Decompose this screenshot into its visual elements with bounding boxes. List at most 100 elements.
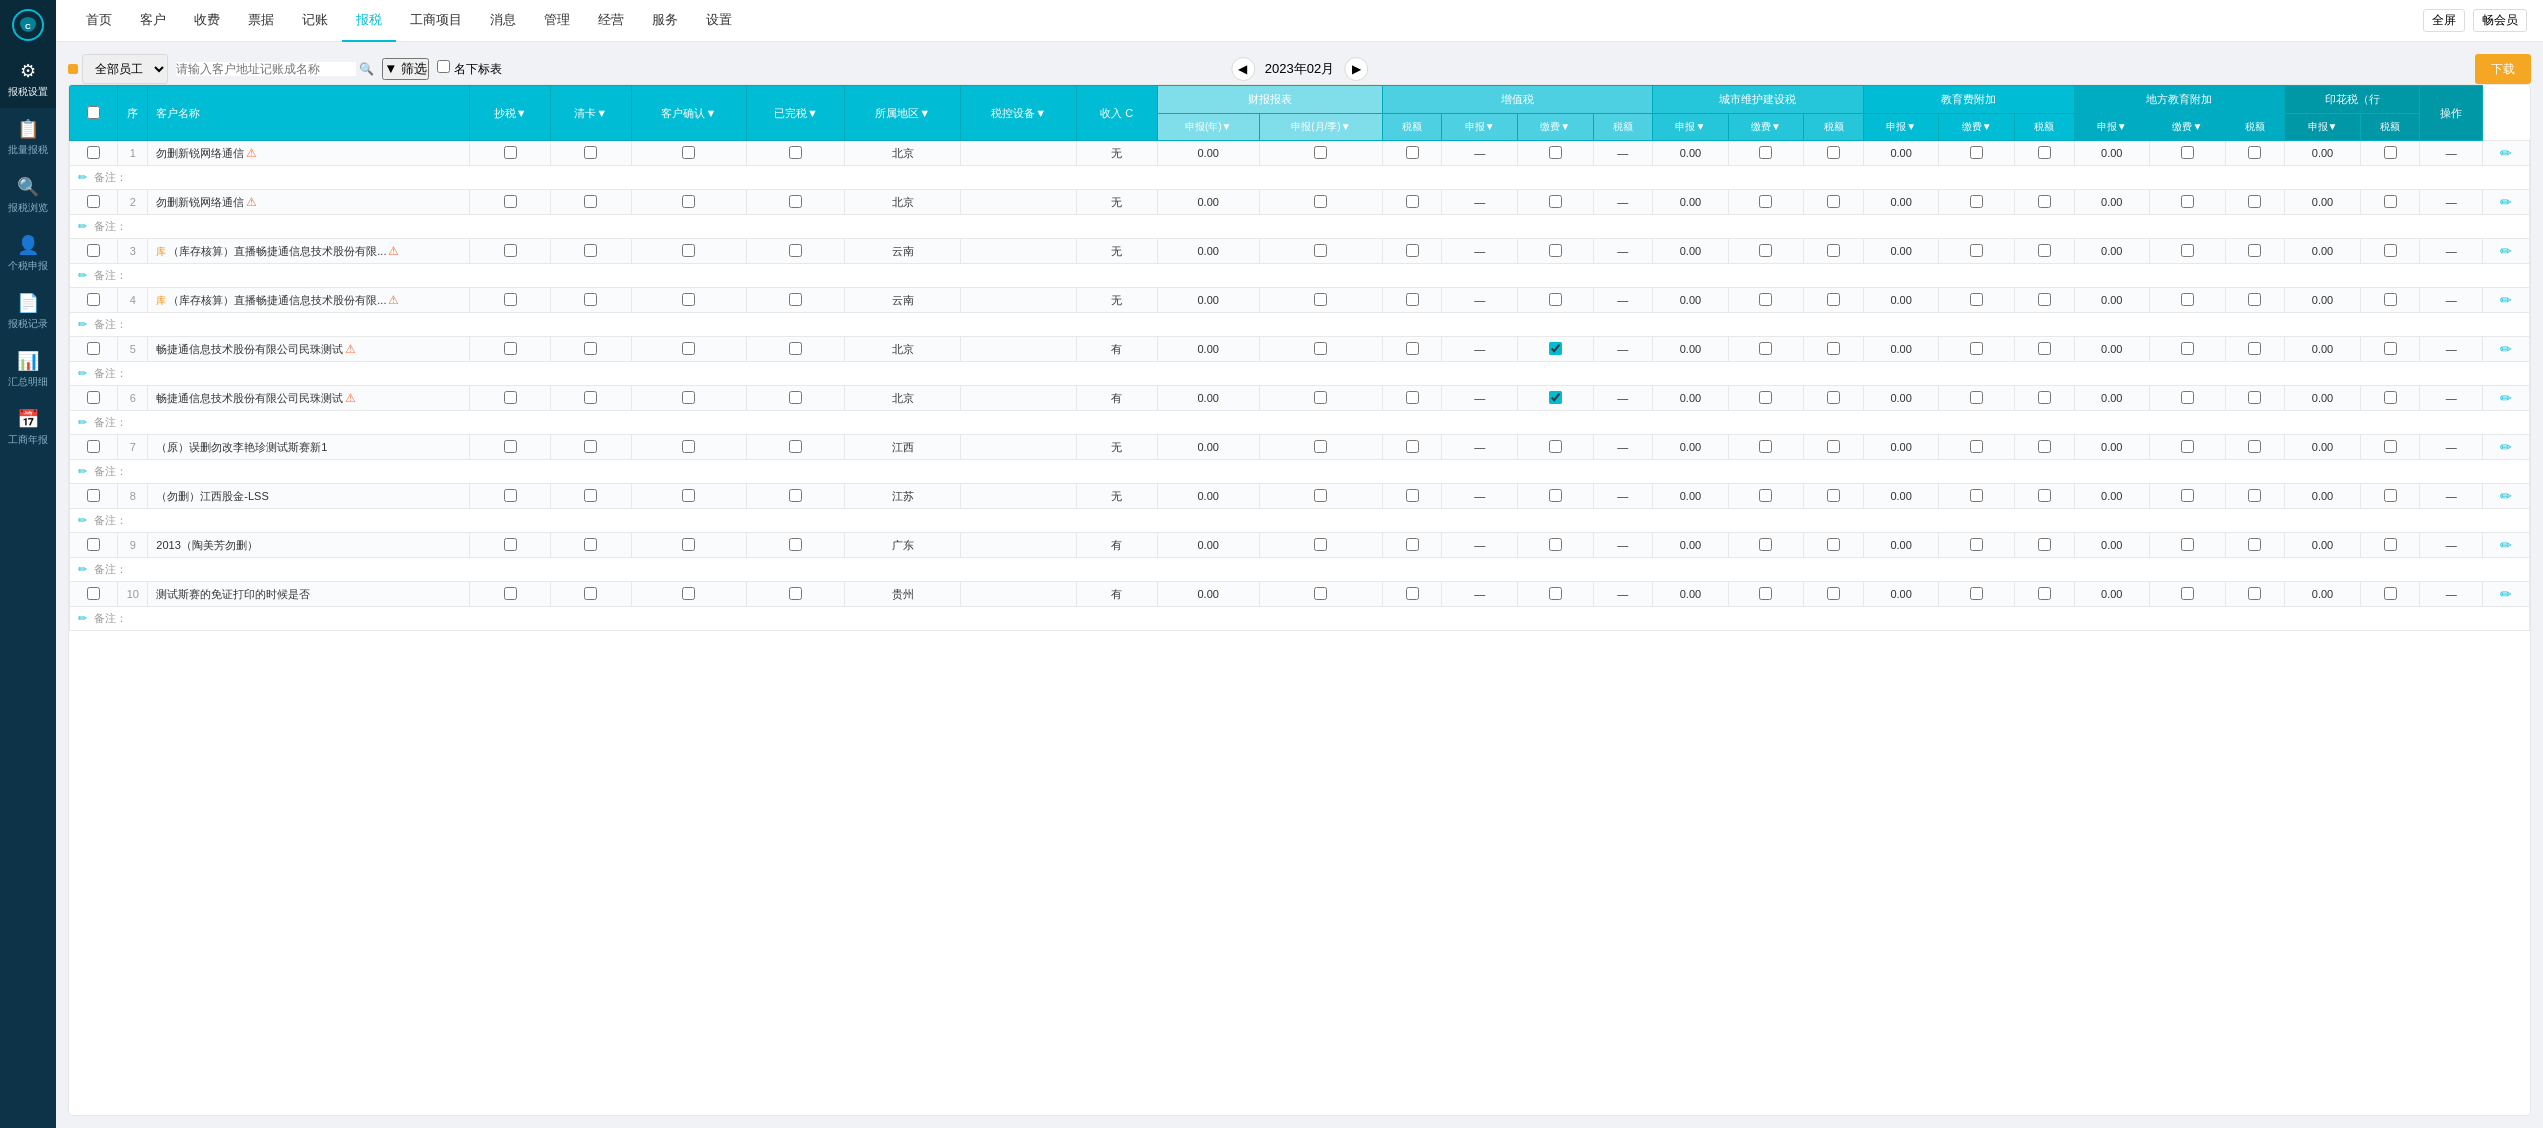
check-input[interactable] [1970,489,1983,502]
yi-wanshu-input[interactable] [789,538,802,551]
qingka-input[interactable] [584,538,597,551]
pencil-icon[interactable]: ✏ [78,220,87,232]
nav-tax[interactable]: 报税 [342,0,396,42]
check-input[interactable] [2181,195,2194,208]
row-checkbox[interactable] [87,293,100,306]
check-input[interactable] [2038,293,2051,306]
check-input[interactable] [1314,244,1327,257]
nav-invoice[interactable]: 票据 [234,0,288,42]
mingdanbiao-checkbox[interactable] [437,60,450,73]
qingka-input[interactable] [584,489,597,502]
check-input[interactable] [2248,489,2261,502]
next-month-btn[interactable]: ▶ [1344,57,1368,81]
nav-bookkeeping[interactable]: 记账 [288,0,342,42]
edit-icon[interactable]: ✏ [2500,537,2512,553]
check-input[interactable] [1970,293,1983,306]
check-input[interactable] [1759,538,1772,551]
check-input[interactable] [2181,146,2194,159]
edit-icon[interactable]: ✏ [2500,341,2512,357]
pencil-icon[interactable]: ✏ [78,416,87,428]
sidebar-item-baoshui-liulan[interactable]: 🔍 报税浏览 [0,166,56,224]
kehu-queren-input[interactable] [682,293,695,306]
check-input[interactable] [1314,440,1327,453]
kehu-queren-input[interactable] [682,244,695,257]
kehu-queren-input[interactable] [682,195,695,208]
kehu-queren-input[interactable] [682,587,695,600]
check-input[interactable] [1827,342,1840,355]
check-input[interactable] [1549,587,1562,600]
search-input[interactable] [176,62,356,76]
check-input[interactable] [1549,244,1562,257]
nav-charge[interactable]: 收费 [180,0,234,42]
nav-operation[interactable]: 经营 [584,0,638,42]
sidebar-item-piliang-baoshui[interactable]: 📋 批量报税 [0,108,56,166]
download-button[interactable]: 下载 [2475,54,2531,84]
nav-manage[interactable]: 管理 [530,0,584,42]
edit-icon[interactable]: ✏ [2500,194,2512,210]
check-input[interactable] [1406,489,1419,502]
check-input[interactable] [2248,293,2261,306]
yi-wanshu-input[interactable] [789,391,802,404]
pencil-icon[interactable]: ✏ [78,367,87,379]
check-input[interactable] [2181,342,2194,355]
check-input[interactable] [1759,391,1772,404]
row-checkbox[interactable] [87,538,100,551]
check-input[interactable] [1314,342,1327,355]
chaoshui-input[interactable] [504,587,517,600]
check-input[interactable] [2038,489,2051,502]
kehu-queren-input[interactable] [682,391,695,404]
check-input[interactable] [2384,244,2397,257]
check-input[interactable] [2384,538,2397,551]
check-input[interactable] [2181,244,2194,257]
pencil-icon[interactable]: ✏ [78,171,87,183]
check-input[interactable] [2181,440,2194,453]
chaoshui-input[interactable] [504,342,517,355]
sidebar-item-gongjian-nianbao[interactable]: 📅 工商年报 [0,398,56,456]
check-input[interactable] [1970,587,1983,600]
edit-icon[interactable]: ✏ [2500,145,2512,161]
pencil-icon[interactable]: ✏ [78,318,87,330]
row-checkbox[interactable] [87,587,100,600]
check-input[interactable] [1314,146,1327,159]
edit-icon[interactable]: ✏ [2500,292,2512,308]
qingka-input[interactable] [584,391,597,404]
check-input[interactable] [1759,342,1772,355]
chaoshui-input[interactable] [504,538,517,551]
check-input[interactable] [1406,195,1419,208]
chaoshui-input[interactable] [504,244,517,257]
row-checkbox[interactable] [87,440,100,453]
check-input[interactable] [2248,391,2261,404]
check-input[interactable] [1406,391,1419,404]
chaoshui-input[interactable] [504,146,517,159]
pencil-icon[interactable]: ✏ [78,514,87,526]
check-input[interactable] [2038,587,2051,600]
check-input[interactable] [1827,538,1840,551]
check-input[interactable] [1314,587,1327,600]
check-input[interactable] [1314,195,1327,208]
check-input[interactable] [2181,391,2194,404]
edit-icon[interactable]: ✏ [2500,439,2512,455]
check-input[interactable] [1549,440,1562,453]
membership-btn[interactable]: 畅会员 [2473,9,2527,32]
yi-wanshu-input[interactable] [789,195,802,208]
yi-wanshu-input[interactable] [789,489,802,502]
check-input[interactable] [2384,293,2397,306]
check-input[interactable] [2384,342,2397,355]
filter-button[interactable]: ▼ 筛选 [382,58,429,80]
check-input[interactable] [1970,244,1983,257]
check-input[interactable] [2384,440,2397,453]
edit-icon[interactable]: ✏ [2500,488,2512,504]
pencil-icon[interactable]: ✏ [78,612,87,624]
qingka-input[interactable] [584,587,597,600]
check-input[interactable] [1827,293,1840,306]
pencil-icon[interactable]: ✏ [78,563,87,575]
check-input[interactable] [1759,293,1772,306]
check-input[interactable] [1827,146,1840,159]
check-input[interactable] [2181,489,2194,502]
row-checkbox[interactable] [87,342,100,355]
chaoshui-input[interactable] [504,391,517,404]
check-input[interactable] [1406,587,1419,600]
check-input[interactable] [1549,293,1562,306]
yi-wanshu-input[interactable] [789,244,802,257]
kehu-queren-input[interactable] [682,489,695,502]
